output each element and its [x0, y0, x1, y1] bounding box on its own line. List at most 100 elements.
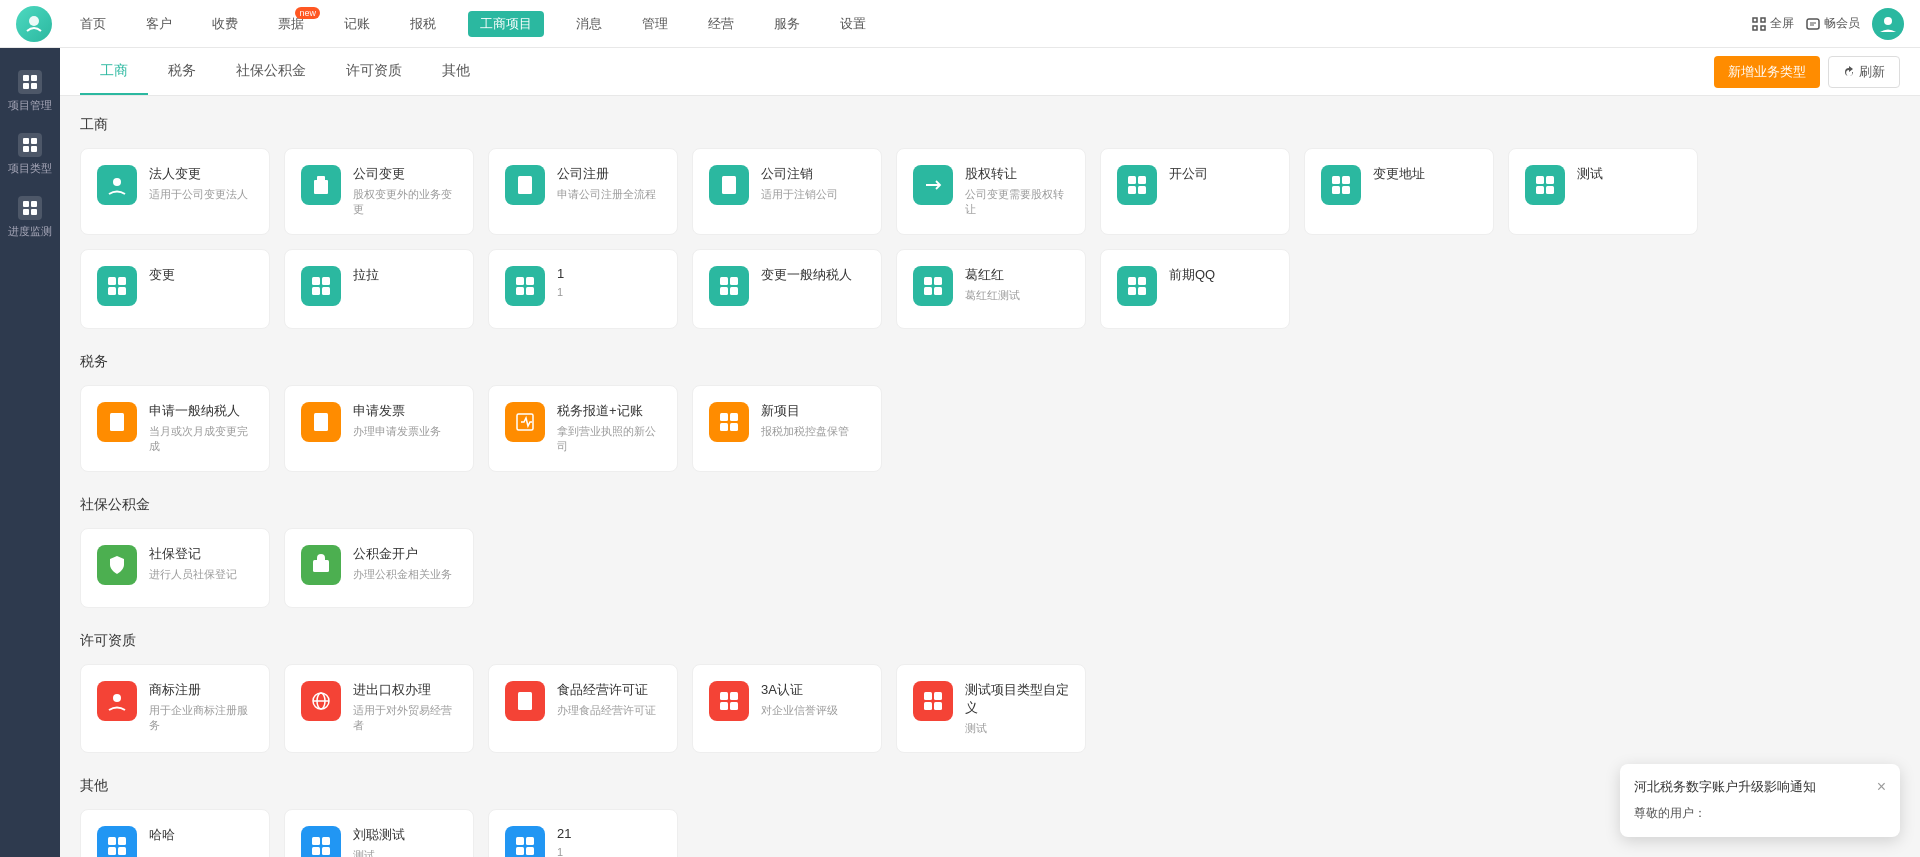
card-icon-2-0 [97, 545, 137, 585]
sidebar-item-project-management[interactable]: 项目管理 [0, 60, 60, 123]
nav-industry[interactable]: 工商项目 [468, 11, 544, 37]
svg-rect-37 [1342, 186, 1350, 194]
card-name: 21 [557, 826, 661, 841]
card-name: 变更 [149, 266, 253, 284]
tab-social-security[interactable]: 社保公积金 [216, 48, 326, 95]
list-item[interactable]: 法人变更适用于公司变更法人 [80, 148, 270, 235]
section-title-3: 许可资质 [80, 632, 1900, 650]
list-item[interactable]: 公司注销适用于注销公司 [692, 148, 882, 235]
nav-operation[interactable]: 经营 [700, 11, 742, 37]
list-item[interactable]: 公司变更股权变更外的业务变更 [284, 148, 474, 235]
nav-customer[interactable]: 客户 [138, 11, 180, 37]
card-desc: 当月或次月成变更完成 [149, 424, 253, 455]
list-item[interactable]: 社保登记进行人员社保登记 [80, 528, 270, 608]
member-label: 畅会员 [1824, 15, 1860, 32]
section-title-0: 工商 [80, 116, 1900, 134]
svg-rect-57 [730, 287, 738, 295]
svg-rect-3 [1753, 26, 1757, 30]
card-name: 测试 [1577, 165, 1681, 183]
member-btn[interactable]: 畅会员 [1806, 15, 1860, 32]
list-item[interactable]: 税务报道+记账拿到营业执照的新公司 [488, 385, 678, 472]
project-type-icon [18, 133, 42, 157]
refresh-button[interactable]: 刷新 [1828, 56, 1900, 88]
card-info-2-0: 社保登记进行人员社保登记 [149, 545, 253, 582]
list-item[interactable]: 刘聪测试测试 [284, 809, 474, 857]
svg-rect-78 [730, 423, 738, 431]
list-item[interactable]: 前期QQ [1100, 249, 1290, 329]
nav-home[interactable]: 首页 [72, 11, 114, 37]
card-icon-0-9 [301, 266, 341, 306]
card-icon-3-4 [913, 681, 953, 721]
svg-rect-105 [516, 837, 524, 845]
card-icon-2-1 [301, 545, 341, 585]
user-avatar[interactable] [1872, 8, 1904, 40]
nav-settings[interactable]: 设置 [832, 11, 874, 37]
nav-bookkeeping[interactable]: 记账 [336, 11, 378, 37]
list-item[interactable]: 新项目报税加税控盘保管 [692, 385, 882, 472]
card-name: 开公司 [1169, 165, 1273, 183]
svg-rect-100 [118, 847, 126, 855]
card-desc: 申请公司注册全流程 [557, 187, 661, 202]
notif-close-button[interactable]: × [1877, 778, 1886, 796]
svg-rect-58 [924, 277, 932, 285]
logo [16, 6, 52, 42]
sidebar-item-project-type[interactable]: 项目类型 [0, 123, 60, 186]
add-business-type-button[interactable]: 新增业务类型 [1714, 56, 1820, 88]
cards-grid-3: 商标注册用于企业商标注册服务 进出口权办理适用于对外贸易经营者食品经营许可证办理食… [80, 664, 1900, 753]
svg-rect-11 [23, 138, 29, 144]
list-item[interactable]: 开公司 [1100, 148, 1290, 235]
sidebar-item-progress-monitor[interactable]: 进度监测 [0, 186, 60, 249]
tab-permit[interactable]: 许可资质 [326, 48, 422, 95]
svg-point-80 [319, 565, 323, 569]
list-item[interactable]: 食品经营许可证办理食品经营许可证 [488, 664, 678, 753]
fullscreen-btn[interactable]: 全屏 [1752, 15, 1794, 32]
svg-rect-103 [312, 847, 320, 855]
list-item[interactable]: 变更一般纳税人 [692, 249, 882, 329]
list-item[interactable]: 11 [488, 249, 678, 329]
tab-actions: 新增业务类型 刷新 [1714, 56, 1900, 88]
list-item[interactable]: 股权转让公司变更需要股权转让 [896, 148, 1086, 235]
card-name: 法人变更 [149, 165, 253, 183]
nav-service[interactable]: 服务 [766, 11, 808, 37]
card-icon-0-2 [505, 165, 545, 205]
list-item[interactable]: 测试项目类型自定义测试 [896, 664, 1086, 753]
card-info-3-1: 进出口权办理适用于对外贸易经营者 [353, 681, 457, 734]
cards-grid-0: 法人变更适用于公司变更法人公司变更股权变更外的业务变更公司注册申请公司注册全流程… [80, 148, 1900, 329]
tab-tax[interactable]: 税务 [148, 48, 216, 95]
svg-rect-16 [31, 201, 37, 207]
card-name: 申请一般纳税人 [149, 402, 253, 420]
nav-tax[interactable]: 报税 [402, 11, 444, 37]
list-item[interactable]: 测试 [1508, 148, 1698, 235]
list-item[interactable]: 商标注册用于企业商标注册服务 [80, 664, 270, 753]
list-item[interactable]: 申请一般纳税人当月或次月成变更完成 [80, 385, 270, 472]
card-desc: 对企业信誉评级 [761, 703, 865, 718]
nav-tickets[interactable]: 票据 new [270, 11, 312, 37]
list-item[interactable]: 葛红红葛红红测试 [896, 249, 1086, 329]
svg-rect-99 [108, 847, 116, 855]
card-info-1-0: 申请一般纳税人当月或次月成变更完成 [149, 402, 253, 455]
tab-industry-commerce[interactable]: 工商 [80, 48, 148, 95]
card-info-3-0: 商标注册用于企业商标注册服务 [149, 681, 253, 734]
list-item[interactable]: 变更地址 [1304, 148, 1494, 235]
member-icon [1806, 17, 1820, 31]
nav-messages[interactable]: 消息 [568, 11, 610, 37]
list-item[interactable]: 拉拉 [284, 249, 474, 329]
list-item[interactable]: 进出口权办理适用于对外贸易经营者 [284, 664, 474, 753]
list-item[interactable]: 公积金开户办理公积金相关业务 [284, 528, 474, 608]
nav-manage[interactable]: 管理 [634, 11, 676, 37]
svg-rect-94 [934, 692, 942, 700]
card-info-2-1: 公积金开户办理公积金相关业务 [353, 545, 457, 582]
list-item[interactable]: 3A认证对企业信誉评级 [692, 664, 882, 753]
nav-billing[interactable]: 收费 [204, 11, 246, 37]
section-2: 社保公积金社保登记进行人员社保登记公积金开户办理公积金相关业务 [80, 496, 1900, 608]
svg-point-0 [29, 16, 39, 26]
card-info-0-10: 11 [557, 266, 661, 300]
list-item[interactable]: 公司注册申请公司注册全流程 [488, 148, 678, 235]
tab-other[interactable]: 其他 [422, 48, 490, 95]
list-item[interactable]: 申请发票办理申请发票业务 [284, 385, 474, 472]
list-item[interactable]: 211 [488, 809, 678, 857]
list-item[interactable]: 变更 [80, 249, 270, 329]
card-icon-1-0 [97, 402, 137, 442]
list-item[interactable]: 哈哈 [80, 809, 270, 857]
svg-rect-9 [23, 83, 29, 89]
